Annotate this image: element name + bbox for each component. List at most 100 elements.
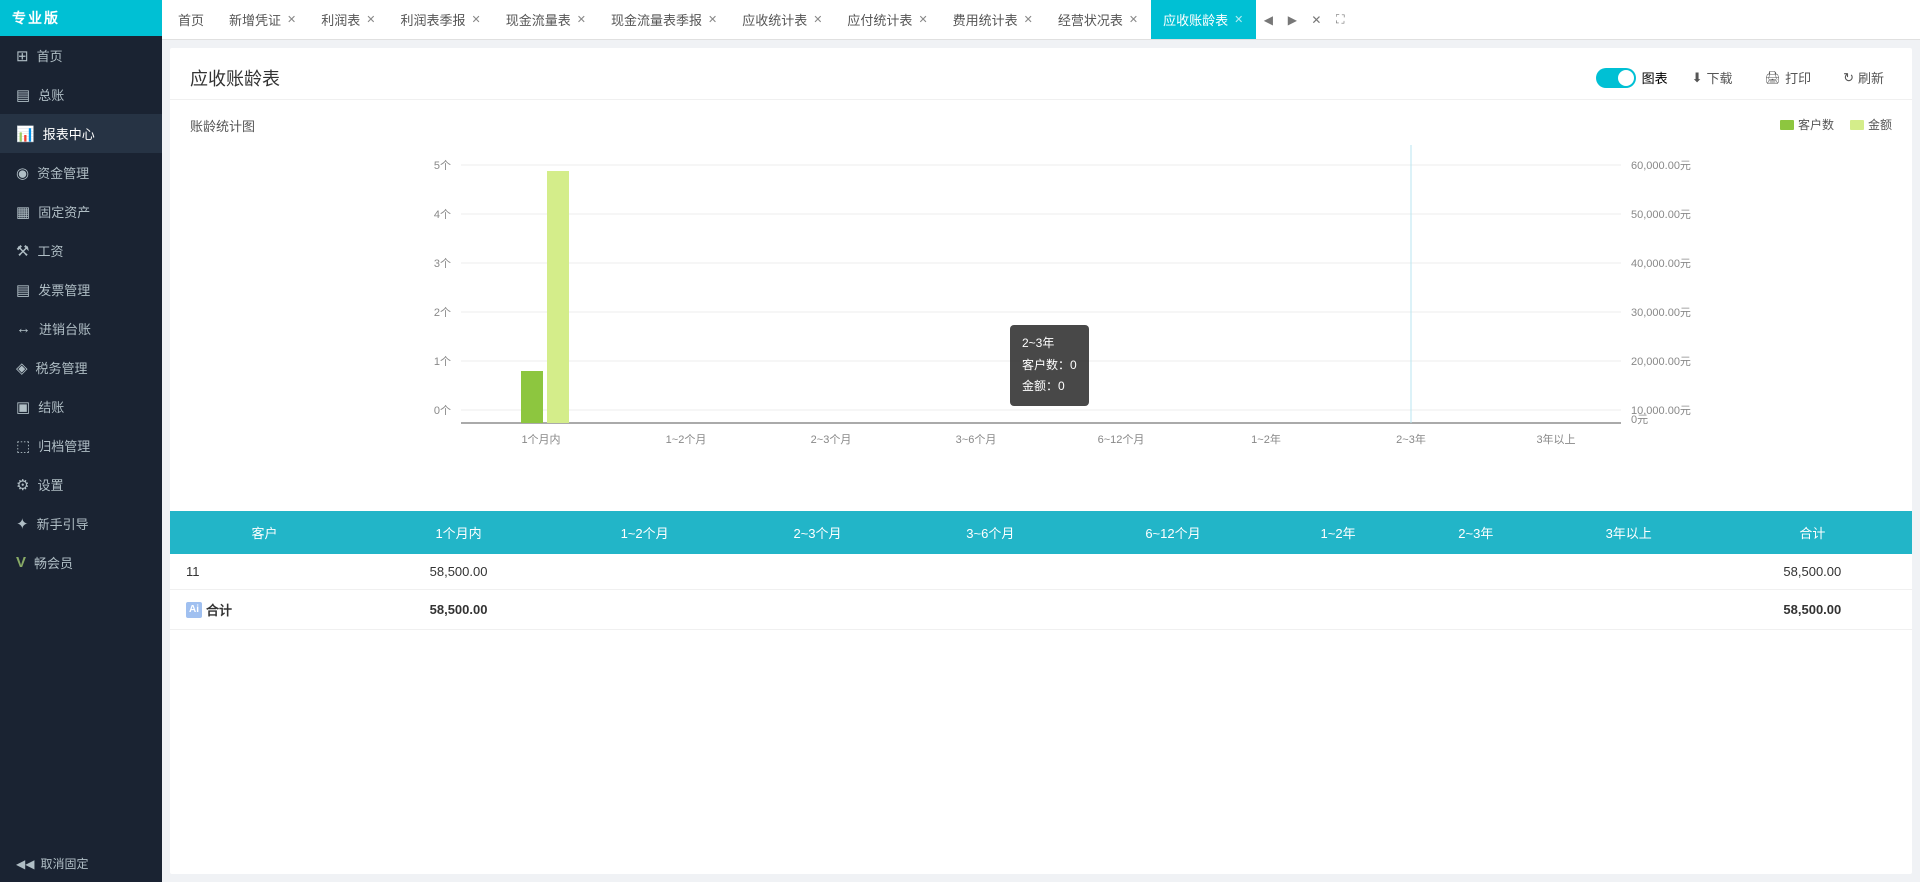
tab-close-icon[interactable]: ✕ bbox=[366, 13, 375, 26]
tab-business-stat[interactable]: 经营状况表 ✕ bbox=[1046, 0, 1151, 39]
tab-aging[interactable]: 应收账龄表 ✕ bbox=[1151, 0, 1256, 39]
header-actions: 图表 ⬇ 下载 🖨 打印 ↻ 刷新 bbox=[1596, 64, 1892, 91]
download-label: 下载 bbox=[1707, 68, 1733, 87]
sidebar-item-reports[interactable]: 📊 报表中心 bbox=[0, 114, 162, 153]
tab-next-btn[interactable]: ▶ bbox=[1280, 0, 1304, 39]
tab-close-icon[interactable]: ✕ bbox=[1234, 13, 1243, 26]
tab-profit-quarter[interactable]: 利润表季报 ✕ bbox=[388, 0, 493, 39]
total-y2-3 bbox=[1407, 590, 1545, 630]
home-icon: ⊞ bbox=[16, 47, 29, 65]
table-header-row: 客户 1个月内 1~2个月 2~3个月 3~6个月 6~12个月 1~2年 2~… bbox=[170, 511, 1912, 554]
tab-cashflow[interactable]: 现金流量表 ✕ bbox=[494, 0, 599, 39]
sidebar-item-label: 资金管理 bbox=[37, 163, 89, 182]
total-label-cell: Ai 合计 bbox=[170, 590, 359, 630]
pin-icon: ◀◀ bbox=[16, 857, 34, 871]
sidebar-item-guide[interactable]: ✦ 新手引导 bbox=[0, 504, 162, 543]
tab-home[interactable]: 首页 bbox=[166, 0, 217, 39]
print-icon: 🖨 bbox=[1765, 70, 1782, 86]
tab-close-icon[interactable]: ✕ bbox=[813, 13, 822, 26]
tab-label: 应付统计表 bbox=[847, 10, 912, 29]
tab-close-icon[interactable]: ✕ bbox=[287, 13, 296, 26]
tab-close-icon[interactable]: ✕ bbox=[918, 13, 927, 26]
tab-maximize-btn[interactable]: ⛶ bbox=[1328, 0, 1352, 39]
refresh-btn[interactable]: ↻ 刷新 bbox=[1835, 64, 1892, 91]
col-y2-3: 2~3年 bbox=[1407, 511, 1545, 554]
tab-close-icon[interactable]: ✕ bbox=[708, 13, 717, 26]
svg-text:30,000.00元: 30,000.00元 bbox=[1631, 307, 1691, 319]
tab-prev-btn[interactable]: ◀ bbox=[1256, 0, 1280, 39]
chart-svg: 5个 4个 3个 2个 1个 0个 60,000.00元 50,000.00元 … bbox=[190, 145, 1892, 485]
download-icon: ⬇ bbox=[1692, 70, 1703, 86]
sidebar-item-label: 发票管理 bbox=[38, 280, 90, 299]
sidebar-item-label: 首页 bbox=[37, 46, 63, 65]
cell-m3-6 bbox=[904, 554, 1077, 590]
cell-customer: 11 bbox=[170, 554, 359, 590]
sidebar-item-tax[interactable]: ◈ 税务管理 bbox=[0, 348, 162, 387]
sidebar-item-label: 新手引导 bbox=[37, 514, 89, 533]
tab-close-all-btn[interactable]: ✕ bbox=[1304, 0, 1328, 39]
guide-icon: ✦ bbox=[16, 515, 29, 533]
sidebar-item-close[interactable]: ▣ 结账 bbox=[0, 387, 162, 426]
sidebar-item-fund[interactable]: ◉ 资金管理 bbox=[0, 153, 162, 192]
tab-label: 费用统计表 bbox=[953, 10, 1018, 29]
invoice-icon: ▤ bbox=[16, 281, 30, 299]
legend-customer-color bbox=[1780, 120, 1794, 130]
tab-label: 利润表 bbox=[321, 10, 360, 29]
total-m2-3 bbox=[731, 590, 904, 630]
sidebar-item-ledger[interactable]: ▤ 总账 bbox=[0, 75, 162, 114]
legend-amount: 金额 bbox=[1850, 116, 1892, 133]
tab-profit[interactable]: 利润表 ✕ bbox=[309, 0, 388, 39]
svg-text:3年以上: 3年以上 bbox=[1536, 432, 1575, 446]
svg-text:1~2年: 1~2年 bbox=[1251, 432, 1281, 446]
print-btn[interactable]: 🖨 打印 bbox=[1757, 64, 1820, 91]
sidebar-item-invoice[interactable]: ▤ 发票管理 bbox=[0, 270, 162, 309]
sidebar-item-label: 归档管理 bbox=[38, 436, 90, 455]
tab-cashflow-quarter[interactable]: 现金流量表季报 ✕ bbox=[599, 0, 730, 39]
svg-text:3个: 3个 bbox=[434, 257, 451, 270]
sidebar-item-stock[interactable]: ↔ 进销台账 bbox=[0, 309, 162, 348]
total-text: 合计 bbox=[206, 600, 232, 619]
total-y1-2 bbox=[1269, 590, 1407, 630]
cell-m2-3 bbox=[731, 554, 904, 590]
sidebar-item-archive[interactable]: ⬚ 归档管理 bbox=[0, 426, 162, 465]
tab-close-icon[interactable]: ✕ bbox=[1129, 13, 1138, 26]
sidebar-item-vip[interactable]: V 畅会员 bbox=[0, 543, 162, 582]
salary-icon: ⚒ bbox=[16, 242, 29, 260]
tab-payable-stat[interactable]: 应付统计表 ✕ bbox=[835, 0, 940, 39]
legend-customer-label: 客户数 bbox=[1798, 116, 1834, 133]
cell-y3plus bbox=[1545, 554, 1713, 590]
svg-text:1个: 1个 bbox=[434, 355, 451, 368]
tab-label: 应收统计表 bbox=[742, 10, 807, 29]
total-m1: 58,500.00 bbox=[359, 590, 558, 630]
col-m1-2: 1~2个月 bbox=[558, 511, 731, 554]
svg-text:60,000.00元: 60,000.00元 bbox=[1631, 160, 1691, 172]
app-logo: 专业版 bbox=[0, 0, 162, 36]
data-table: 客户 1个月内 1~2个月 2~3个月 3~6个月 6~12个月 1~2年 2~… bbox=[170, 511, 1912, 630]
fund-icon: ◉ bbox=[16, 164, 29, 182]
sidebar-item-assets[interactable]: ▦ 固定资产 bbox=[0, 192, 162, 231]
tab-close-icon[interactable]: ✕ bbox=[472, 13, 481, 26]
tab-voucher[interactable]: 新增凭证 ✕ bbox=[217, 0, 309, 39]
page-title: 应收账龄表 bbox=[190, 65, 280, 91]
download-btn[interactable]: ⬇ 下载 bbox=[1684, 64, 1741, 91]
svg-text:3~6个月: 3~6个月 bbox=[956, 433, 997, 446]
tab-close-icon[interactable]: ✕ bbox=[1024, 13, 1033, 26]
svg-text:4个: 4个 bbox=[434, 208, 451, 221]
tab-close-icon[interactable]: ✕ bbox=[577, 13, 586, 26]
total-y3plus bbox=[1545, 590, 1713, 630]
sidebar-item-salary[interactable]: ⚒ 工资 bbox=[0, 231, 162, 270]
tab-expense-stat[interactable]: 费用统计表 ✕ bbox=[941, 0, 1046, 39]
cell-m1-2 bbox=[558, 554, 731, 590]
tab-receivable-stat[interactable]: 应收统计表 ✕ bbox=[730, 0, 835, 39]
sidebar-item-settings[interactable]: ⚙ 设置 bbox=[0, 465, 162, 504]
svg-text:0个: 0个 bbox=[434, 404, 451, 417]
svg-text:2~3年: 2~3年 bbox=[1396, 432, 1426, 446]
print-label: 打印 bbox=[1785, 68, 1811, 87]
sidebar-item-home[interactable]: ⊞ 首页 bbox=[0, 36, 162, 75]
vip-icon: V bbox=[16, 554, 26, 571]
col-m1: 1个月内 bbox=[359, 511, 558, 554]
chart-toggle[interactable]: 图表 bbox=[1596, 68, 1668, 88]
tab-bar: 首页 新增凭证 ✕ 利润表 ✕ 利润表季报 ✕ 现金流量表 ✕ 现金流量表季报 … bbox=[162, 0, 1920, 40]
sidebar-pin-toggle[interactable]: ◀◀ 取消固定 bbox=[0, 845, 162, 882]
toggle-track[interactable] bbox=[1596, 68, 1636, 88]
